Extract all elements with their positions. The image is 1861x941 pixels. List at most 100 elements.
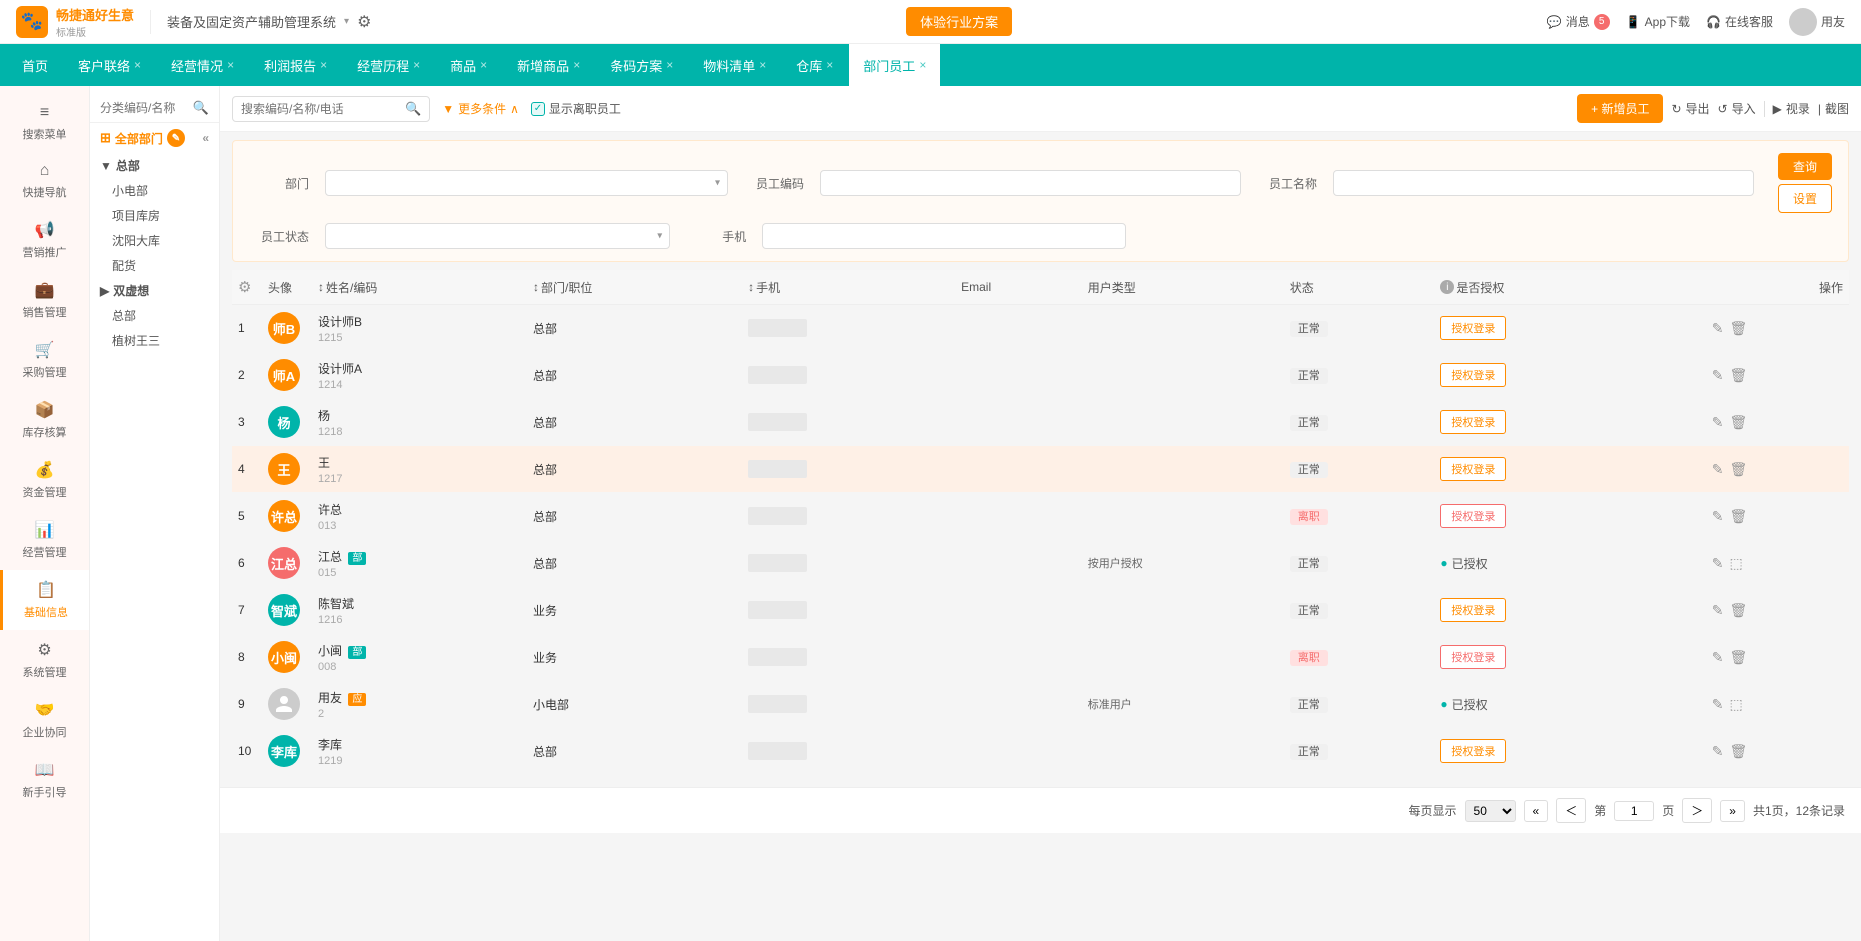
edit-icon[interactable]: ✎ — [1712, 414, 1724, 431]
left-nav-system[interactable]: ⚙ 系统管理 — [0, 630, 89, 690]
delete-icon[interactable]: 🗑 — [1729, 508, 1747, 525]
left-nav-operation-mgmt[interactable]: 📊 经营管理 — [0, 510, 89, 570]
sort-phone-button[interactable]: ↕ 手机 — [748, 279, 949, 296]
edit-icon[interactable]: ✎ — [1712, 696, 1724, 713]
auth-resign-button[interactable]: 授权登录 — [1440, 645, 1506, 669]
collapse-icon[interactable]: « — [202, 131, 209, 145]
prev-page-button[interactable]: ＜ — [1556, 798, 1586, 823]
copy-icon[interactable]: ⬚ — [1729, 696, 1742, 713]
edit-icon[interactable]: ✎ — [1712, 367, 1724, 384]
nav-item-warehouse[interactable]: 仓库 × — [782, 44, 847, 86]
settings-icon[interactable]: ⚙ — [357, 12, 371, 32]
export-button[interactable]: ↻ 导出 — [1671, 100, 1709, 117]
nav-item-goods[interactable]: 商品 × — [436, 44, 501, 86]
auth-button[interactable]: 授权登录 — [1440, 316, 1506, 340]
sidebar-item-zhishu[interactable]: 植树王三 — [90, 328, 219, 353]
search-button[interactable]: 查询 — [1778, 153, 1832, 180]
edit-icon[interactable]: ✎ — [1712, 602, 1724, 619]
left-nav-search[interactable]: ≡ 搜索菜单 — [0, 94, 89, 152]
delete-icon[interactable]: 🗑 — [1729, 743, 1747, 760]
next-page-button[interactable]: ＞ — [1682, 798, 1712, 823]
edit-icon[interactable]: ✎ — [1712, 555, 1724, 572]
edit-dept-icon[interactable]: ✎ — [167, 129, 185, 147]
sort-name-button[interactable]: ↕ 姓名/编码 — [318, 279, 521, 296]
left-nav-finance[interactable]: 💰 资金管理 — [0, 450, 89, 510]
set-button[interactable]: 设置 — [1778, 184, 1832, 213]
page-number-input[interactable] — [1614, 801, 1654, 821]
add-employee-button[interactable]: + 新增员工 — [1577, 94, 1663, 123]
per-page-select[interactable]: 50 100 200 — [1465, 800, 1516, 822]
sidebar-item-xiaodibu[interactable]: 小电部 — [90, 178, 219, 203]
first-page-button[interactable]: « — [1524, 800, 1549, 822]
nav-close-operation[interactable]: × — [227, 58, 234, 72]
online-service-button[interactable]: 🎧 在线客服 — [1706, 13, 1773, 30]
inactive-checkbox[interactable]: ✓ — [531, 102, 545, 116]
last-page-button[interactable]: » — [1720, 800, 1745, 822]
auth-resign-button[interactable]: 授权登录 — [1440, 504, 1506, 528]
app-download-button[interactable]: 📱 App下载 — [1626, 13, 1690, 30]
search-input[interactable] — [241, 102, 401, 116]
nav-item-home[interactable]: 首页 — [8, 44, 62, 86]
delete-icon[interactable]: 🗑 — [1729, 649, 1747, 666]
status-select[interactable] — [325, 223, 670, 249]
auth-button[interactable]: 授权登录 — [1440, 598, 1506, 622]
auth-button[interactable]: 授权登录 — [1440, 363, 1506, 387]
delete-icon[interactable]: 🗑 — [1729, 461, 1747, 478]
edit-icon[interactable]: ✎ — [1712, 743, 1724, 760]
left-nav-purchase[interactable]: 🛒 采购管理 — [0, 330, 89, 390]
table-settings-icon[interactable]: ⚙ — [238, 279, 251, 296]
emp-name-input[interactable] — [1333, 170, 1754, 196]
nav-close-customer[interactable]: × — [134, 58, 141, 72]
nav-close-barcode[interactable]: × — [666, 58, 673, 72]
left-nav-guide[interactable]: 📖 新手引导 — [0, 750, 89, 810]
delete-icon[interactable]: 🗑 — [1729, 367, 1747, 384]
auth-button[interactable]: 授权登录 — [1440, 410, 1506, 434]
sidebar-item-project[interactable]: 项目库房 — [90, 203, 219, 228]
edit-icon[interactable]: ✎ — [1712, 461, 1724, 478]
left-nav-collab[interactable]: 🤝 企业协同 — [0, 690, 89, 750]
nav-item-history[interactable]: 经营历程 × — [343, 44, 434, 86]
nav-item-customer[interactable]: 客户联络 × — [64, 44, 155, 86]
edit-icon[interactable]: ✎ — [1712, 320, 1724, 337]
delete-icon[interactable]: 🗑 — [1729, 414, 1747, 431]
nav-item-barcode[interactable]: 条码方案 × — [596, 44, 687, 86]
nav-close-staff[interactable]: × — [919, 58, 926, 72]
left-nav-sales[interactable]: 💼 销售管理 — [0, 270, 89, 330]
left-nav-inventory[interactable]: 📦 库存核算 — [0, 390, 89, 450]
edit-icon[interactable]: ✎ — [1712, 508, 1724, 525]
sidebar-group-title-general[interactable]: ▼总部 — [90, 153, 219, 178]
nav-close-history[interactable]: × — [413, 58, 420, 72]
delete-icon[interactable]: 🗑 — [1729, 320, 1747, 337]
system-title-arrow[interactable]: ▾ — [344, 16, 349, 27]
nav-item-bom[interactable]: 物料清单 × — [689, 44, 780, 86]
show-inactive-toggle[interactable]: ✓ 显示离职员工 — [531, 100, 621, 117]
sidebar-search-icon[interactable]: 🔍 — [193, 100, 209, 116]
more-filter-button[interactable]: ▼ 更多条件 ∧ — [442, 100, 519, 117]
copy-icon[interactable]: ⬚ — [1729, 555, 1742, 572]
phone-input[interactable] — [762, 223, 1125, 249]
nav-item-operation[interactable]: 经营情况 × — [157, 44, 248, 86]
nav-close-profit[interactable]: × — [320, 58, 327, 72]
nav-item-profit[interactable]: 利润报告 × — [250, 44, 341, 86]
sidebar-item-peihuo[interactable]: 配货 — [90, 253, 219, 278]
left-nav-basic-info[interactable]: 📋 基础信息 — [0, 570, 89, 630]
auth-button[interactable]: 授权登录 — [1440, 739, 1506, 763]
delete-icon[interactable]: 🗑 — [1729, 602, 1747, 619]
sidebar-all-dept[interactable]: ⊞ 全部部门 ✎ « — [90, 123, 219, 153]
sidebar-search-input[interactable] — [100, 101, 187, 115]
sidebar-item-shenyang[interactable]: 沈阳大库 — [90, 228, 219, 253]
search-icon[interactable]: 🔍 — [405, 101, 421, 117]
nav-close-warehouse[interactable]: × — [826, 58, 833, 72]
messages-button[interactable]: 💬 消息 5 — [1547, 13, 1610, 30]
emp-code-input[interactable] — [820, 170, 1241, 196]
left-nav-shortcut[interactable]: ⌂ 快捷导航 — [0, 152, 89, 210]
nav-close-goods[interactable]: × — [480, 58, 487, 72]
nav-close-bom[interactable]: × — [759, 58, 766, 72]
auth-button[interactable]: 授权登录 — [1440, 457, 1506, 481]
user-area[interactable]: 用友 — [1789, 8, 1845, 36]
sidebar-item-zongbu[interactable]: 总部 — [90, 303, 219, 328]
left-nav-marketing[interactable]: 📢 营销推广 — [0, 210, 89, 270]
more-button[interactable]: | 截图 — [1818, 100, 1849, 117]
nav-item-newgoods[interactable]: 新增商品 × — [503, 44, 594, 86]
import-button[interactable]: ↺ 导入 — [1718, 100, 1756, 117]
